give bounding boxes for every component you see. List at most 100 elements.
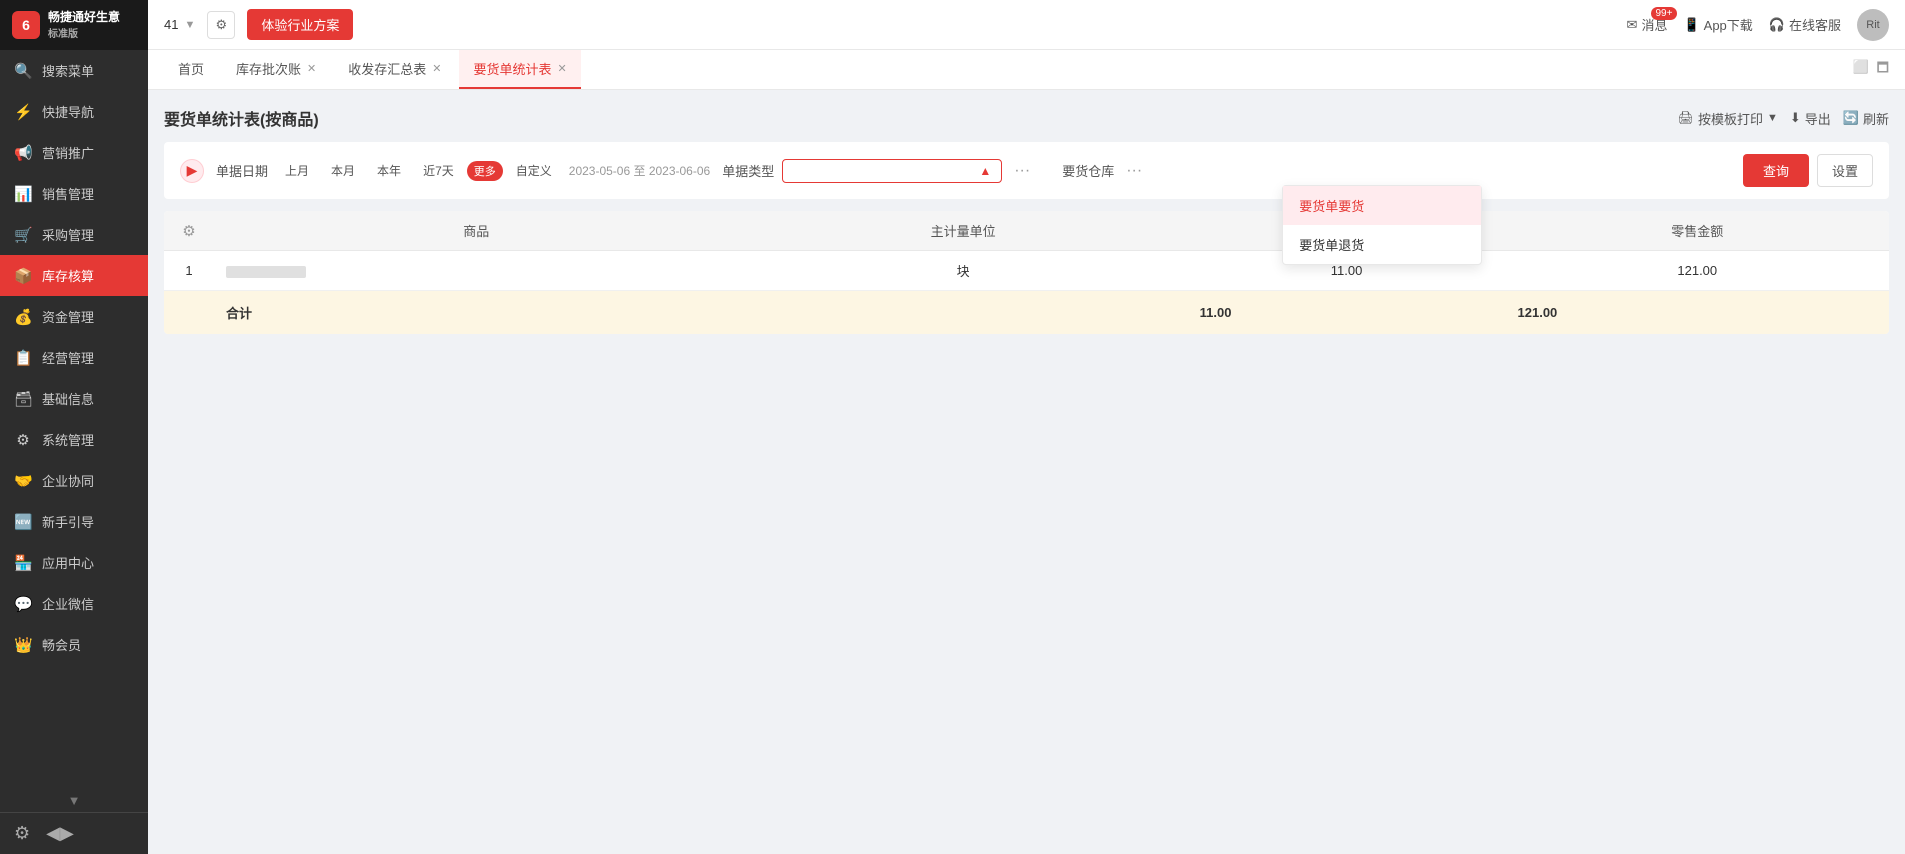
product-placeholder: [226, 266, 306, 278]
sidebar-item-corp[interactable]: 🤝 企业协同: [0, 460, 148, 501]
marketing-icon: 📢: [14, 144, 32, 162]
sidebar-collapse-icon[interactable]: ◀▶: [46, 823, 74, 844]
tab-recv-summary[interactable]: 收发存汇总表 ✕: [334, 50, 455, 89]
export-btn[interactable]: ⬇ 导出: [1790, 109, 1831, 128]
cell-product: [214, 251, 739, 291]
message-btn[interactable]: ✉ 消息 99+: [1627, 15, 1668, 34]
warehouse-label: 要货仓库: [1062, 161, 1114, 180]
date-cur-year-btn[interactable]: 本年: [368, 158, 410, 183]
sidebar-item-wechat[interactable]: 💬 企业微信: [0, 583, 148, 624]
message-icon: ✉: [1627, 17, 1638, 33]
message-badge: 99+: [1651, 7, 1678, 20]
purchase-icon: 🛒: [14, 226, 32, 244]
sidebar-item-system[interactable]: ⚙ 系统管理: [0, 419, 148, 460]
tab-close-inventory-batch[interactable]: ✕: [307, 62, 316, 75]
warehouse-filter-group: 要货仓库 ···: [1062, 161, 1142, 180]
type-label: 单据类型: [722, 161, 774, 180]
filter-expand-btn[interactable]: ▶: [180, 159, 204, 183]
trial-button[interactable]: 体验行业方案: [247, 9, 353, 40]
sidebar-nav: 🔍 搜索菜单 ⚡ 快捷导航 📢 营销推广 📊 销售管理 🛒 采购管理 📦 库存核…: [0, 50, 148, 789]
sidebar-scroll-down[interactable]: ▼: [0, 789, 148, 812]
type-filter-group: 单据类型 ▲ ··· 要货单要货 要货单退货: [722, 159, 1030, 183]
date-label: 单据日期: [216, 161, 268, 180]
date-prev-month-btn[interactable]: 上月: [276, 158, 318, 183]
date-custom-btn[interactable]: 自定义: [507, 158, 561, 183]
date-cur-month-btn[interactable]: 本月: [322, 158, 364, 183]
print-btn[interactable]: 🖨 按模板打印 ▼: [1677, 109, 1777, 128]
export-icon: ⬇: [1790, 110, 1801, 126]
tabs-maximize-icon[interactable]: 🗖: [1877, 59, 1889, 81]
online-service-btn[interactable]: 🎧 在线客服: [1769, 15, 1841, 34]
sidebar-item-operation[interactable]: 📋 经营管理: [0, 337, 148, 378]
date-range-display: 2023-05-06 至 2023-06-06: [569, 162, 710, 179]
sidebar-item-marketing[interactable]: 📢 营销推广: [0, 132, 148, 173]
page-title: 要货单统计表(按商品): [164, 106, 319, 130]
sidebar-item-appstore[interactable]: 🏪 应用中心: [0, 542, 148, 583]
user-avatar[interactable]: Rit: [1857, 9, 1889, 41]
guide-icon: 🆕: [14, 513, 32, 531]
type-dropdown-arrow[interactable]: ▲: [979, 164, 991, 178]
finance-icon: 💰: [14, 308, 32, 326]
data-table: ⚙ 商品 主计量单位 主数量 零售金额: [164, 211, 1889, 334]
main-area: 41 ▼ ⚙ 体验行业方案 ✉ 消息 99+ 📱 App下载 🎧 在线客服: [148, 0, 1905, 854]
table-settings-icon[interactable]: ⚙: [182, 223, 195, 240]
sidebar-item-sales[interactable]: 📊 销售管理: [0, 173, 148, 214]
sidebar: 6 畅捷通好生意 标准版 🔍 搜索菜单 ⚡ 快捷导航 📢 营销推广 📊 销售管理…: [0, 0, 148, 854]
filter-more-icon[interactable]: ···: [1014, 162, 1030, 180]
dropdown-item-order-goods[interactable]: 要货单要货: [1283, 186, 1481, 225]
header-settings-btn[interactable]: ⚙: [207, 11, 235, 39]
col-settings: ⚙: [164, 211, 214, 251]
appstore-icon: 🏪: [14, 554, 32, 572]
total-amount: 121.00: [1506, 291, 1889, 335]
cell-unit: 块: [739, 251, 1188, 291]
refresh-btn[interactable]: 🔄 刷新: [1843, 109, 1889, 128]
sidebar-item-member[interactable]: 👑 畅会员: [0, 624, 148, 665]
sidebar-item-finance[interactable]: 💰 资金管理: [0, 296, 148, 337]
total-quantity: 11.00: [1188, 291, 1506, 335]
type-dropdown: 要货单要货 要货单退货: [1282, 185, 1482, 265]
col-amount: 零售金额: [1506, 211, 1889, 251]
date-7day-btn[interactable]: 近7天: [414, 158, 463, 183]
print-chevron-icon: ▼: [1767, 112, 1778, 124]
tab-close-recv-summary[interactable]: ✕: [432, 62, 441, 75]
total-label: 合计: [214, 291, 739, 335]
cell-seq: 1: [164, 251, 214, 291]
warehouse-more-icon[interactable]: ···: [1126, 162, 1142, 180]
logo-icon: 6: [12, 11, 40, 39]
sidebar-item-search[interactable]: 🔍 搜索菜单: [0, 50, 148, 91]
dropdown-item-order-return[interactable]: 要货单退货: [1283, 225, 1481, 264]
sidebar-item-inventory[interactable]: 📦 库存核算: [0, 255, 148, 296]
date-more-btn[interactable]: 更多: [467, 161, 503, 181]
sidebar-bottom: ⚙ ◀▶: [0, 812, 148, 854]
inventory-icon: 📦: [14, 267, 32, 285]
sidebar-settings-icon[interactable]: ⚙: [14, 823, 30, 844]
store-selector[interactable]: 41 ▼: [164, 17, 195, 32]
tab-order-stats[interactable]: 要货单统计表 ✕: [459, 50, 580, 89]
app-sub: 标准版: [48, 25, 120, 40]
basic-icon: 🗃: [14, 390, 32, 408]
app-name: 畅捷通好生意: [48, 10, 120, 26]
col-unit: 主计量单位: [739, 211, 1188, 251]
tab-inventory-batch[interactable]: 库存批次账 ✕: [222, 50, 330, 89]
sidebar-item-purchase[interactable]: 🛒 采购管理: [0, 214, 148, 255]
query-button[interactable]: 查询: [1743, 154, 1809, 187]
sidebar-item-basic[interactable]: 🗃 基础信息: [0, 378, 148, 419]
type-select[interactable]: ▲: [782, 159, 1002, 183]
quick-nav-icon: ⚡: [14, 103, 32, 121]
tab-close-order-stats[interactable]: ✕: [558, 62, 567, 75]
total-row: 合计 11.00 121.00: [164, 291, 1889, 335]
member-icon: 👑: [14, 636, 32, 654]
app-logo: 6 畅捷通好生意 标准版: [0, 0, 148, 50]
col-product: 商品: [214, 211, 739, 251]
tab-home[interactable]: 首页: [164, 50, 218, 89]
app-download-btn[interactable]: 📱 App下载: [1683, 15, 1752, 34]
settings-icon: ⚙: [216, 17, 228, 33]
settings-button[interactable]: 设置: [1817, 154, 1873, 187]
corp-icon: 🤝: [14, 472, 32, 490]
table-header-row: ⚙ 商品 主计量单位 主数量 零售金额: [164, 211, 1889, 251]
header: 41 ▼ ⚙ 体验行业方案 ✉ 消息 99+ 📱 App下载 🎧 在线客服: [148, 0, 1905, 50]
sidebar-item-guide[interactable]: 🆕 新手引导: [0, 501, 148, 542]
sidebar-item-quick-nav[interactable]: ⚡ 快捷导航: [0, 91, 148, 132]
tabs-minimize-icon[interactable]: ⬜: [1852, 59, 1868, 81]
page-header: 要货单统计表(按商品) 🖨 按模板打印 ▼ ⬇ 导出 🔄 刷新: [164, 106, 1889, 130]
